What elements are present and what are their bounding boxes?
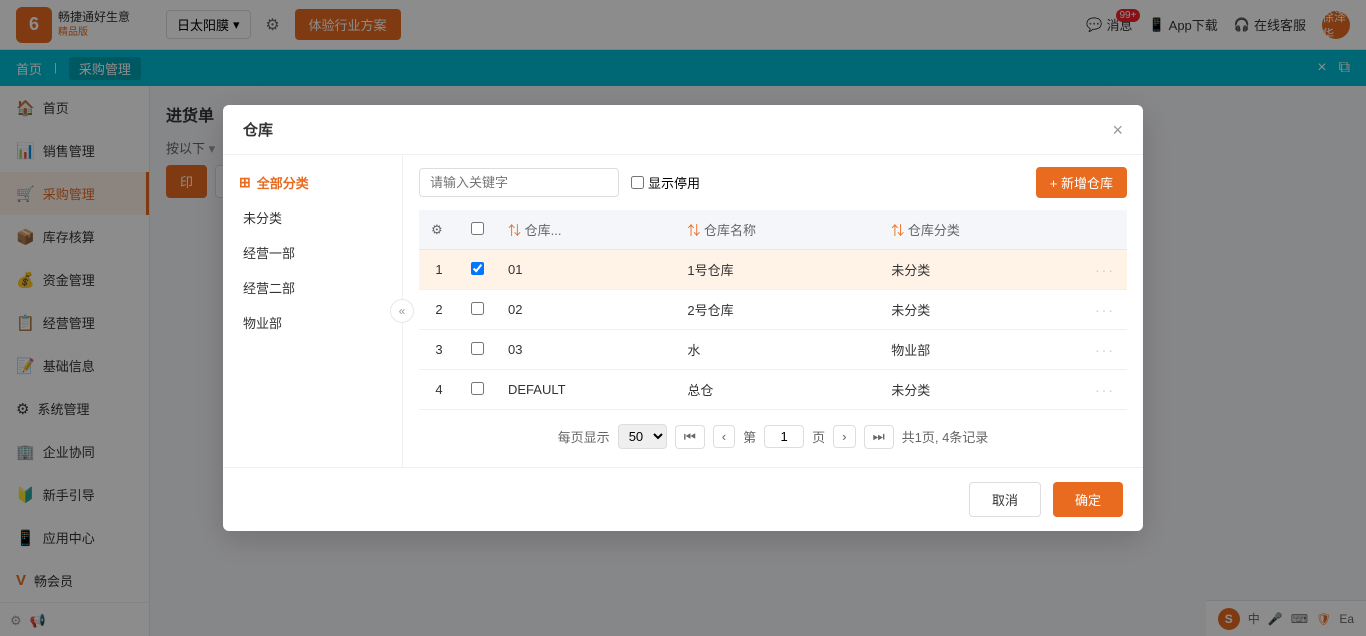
pagination: 每页显示 50 ⏮ ‹ 第 页 › ⏭ 共1页, 4条记录: [419, 410, 1127, 455]
row-num: 1: [419, 250, 459, 290]
category-item-0[interactable]: 未分类: [223, 200, 402, 235]
modal-body: ⊞ 全部分类 未分类 经营一部 经营二部 物业部 « 🔍: [223, 155, 1143, 467]
row-code: 01: [496, 250, 675, 290]
sort-icon2: ⇅: [687, 223, 700, 238]
row-category: 未分类: [879, 370, 1083, 410]
cancel-button[interactable]: 取消: [969, 482, 1041, 517]
row-code: DEFAULT: [496, 370, 675, 410]
row-num: 2: [419, 290, 459, 330]
last-page-button[interactable]: ⏭: [864, 425, 894, 449]
col-name-header: ⇅ 仓库名称: [675, 210, 879, 250]
row-checkbox[interactable]: [471, 342, 484, 355]
row-actions[interactable]: ···: [1083, 250, 1127, 290]
category-item-2[interactable]: 经营二部: [223, 270, 402, 305]
category-sidebar: ⊞ 全部分类 未分类 经营一部 经营二部 物业部 «: [223, 155, 403, 467]
col-checkbox-header[interactable]: [459, 210, 496, 250]
page-input[interactable]: [764, 425, 804, 448]
row-checkbox-cell[interactable]: [459, 290, 496, 330]
show-disabled-checkbox-label[interactable]: 显示停用: [631, 173, 700, 192]
col-category-header: ⇅ 仓库分类: [879, 210, 1083, 250]
col-code-header: ⇅ 仓库...: [496, 210, 675, 250]
modal-overlay[interactable]: 仓库 × ⊞ 全部分类 未分类 经营一部 经营二部 物业部 «: [0, 0, 1366, 636]
toolbar-left: 🔍 显示停用: [419, 168, 700, 197]
first-page-button[interactable]: ⏮: [675, 425, 705, 449]
sort-icon3: ⇅: [891, 223, 904, 238]
category-toggle-button[interactable]: «: [390, 299, 414, 323]
search-box: 🔍: [419, 168, 619, 197]
row-name: 水: [675, 330, 879, 370]
table-area: 🔍 显示停用 + 新增仓库 ⚙: [403, 155, 1143, 467]
row-checkbox[interactable]: [471, 382, 484, 395]
row-category: 未分类: [879, 290, 1083, 330]
row-checkbox-cell[interactable]: [459, 250, 496, 290]
row-name: 2号仓库: [675, 290, 879, 330]
table-row[interactable]: 1 01 1号仓库 未分类 ···: [419, 250, 1127, 290]
modal-footer: 取消 确定: [223, 467, 1143, 531]
prev-page-button[interactable]: ‹: [713, 425, 735, 448]
table-body: 1 01 1号仓库 未分类 ··· 2 02 2号仓库 未分类 ··· 3 03…: [419, 250, 1127, 410]
row-code: 02: [496, 290, 675, 330]
select-all-checkbox[interactable]: [471, 222, 484, 235]
table-row[interactable]: 2 02 2号仓库 未分类 ···: [419, 290, 1127, 330]
table-row[interactable]: 4 DEFAULT 总仓 未分类 ···: [419, 370, 1127, 410]
row-category: 物业部: [879, 330, 1083, 370]
per-page-select[interactable]: 50: [618, 424, 667, 449]
per-page-label: 每页显示: [558, 427, 610, 446]
modal-close-button[interactable]: ×: [1112, 121, 1123, 139]
confirm-button[interactable]: 确定: [1053, 482, 1123, 517]
pagination-summary: 共1页, 4条记录: [902, 427, 989, 446]
row-num: 4: [419, 370, 459, 410]
category-grid-icon: ⊞: [239, 174, 251, 191]
search-button[interactable]: 🔍: [616, 169, 619, 196]
table-header-row: ⚙ ⇅ 仓库... ⇅ 仓库名称: [419, 210, 1127, 250]
table-row[interactable]: 3 03 水 物业部 ···: [419, 330, 1127, 370]
more-actions-icon[interactable]: ···: [1095, 262, 1115, 278]
row-checkbox-cell[interactable]: [459, 330, 496, 370]
page-unit-label: 页: [812, 427, 825, 446]
row-checkbox[interactable]: [471, 302, 484, 315]
row-code: 03: [496, 330, 675, 370]
search-input[interactable]: [420, 170, 616, 195]
row-name: 总仓: [675, 370, 879, 410]
warehouse-modal: 仓库 × ⊞ 全部分类 未分类 经营一部 经营二部 物业部 «: [223, 105, 1143, 531]
category-item-3[interactable]: 物业部: [223, 305, 402, 340]
col-settings-header[interactable]: ⚙: [419, 210, 459, 250]
row-checkbox[interactable]: [471, 262, 484, 275]
warehouse-table: ⚙ ⇅ 仓库... ⇅ 仓库名称: [419, 210, 1127, 410]
sort-icon: ⇅: [508, 223, 521, 238]
row-category: 未分类: [879, 250, 1083, 290]
modal-header: 仓库 ×: [223, 105, 1143, 155]
row-name: 1号仓库: [675, 250, 879, 290]
row-actions[interactable]: ···: [1083, 290, 1127, 330]
category-item-1[interactable]: 经营一部: [223, 235, 402, 270]
modal-title: 仓库: [243, 119, 273, 140]
table-toolbar: 🔍 显示停用 + 新增仓库: [419, 167, 1127, 198]
row-actions[interactable]: ···: [1083, 330, 1127, 370]
show-disabled-checkbox[interactable]: [631, 176, 644, 189]
more-actions-icon[interactable]: ···: [1095, 342, 1115, 358]
row-actions[interactable]: ···: [1083, 370, 1127, 410]
more-actions-icon[interactable]: ···: [1095, 302, 1115, 318]
page-label: 第: [743, 427, 756, 446]
category-all-item[interactable]: ⊞ 全部分类: [223, 165, 402, 200]
col-actions-header: [1083, 210, 1127, 250]
row-num: 3: [419, 330, 459, 370]
add-warehouse-button[interactable]: + 新增仓库: [1036, 167, 1127, 198]
settings-col-icon: ⚙: [431, 222, 443, 237]
next-page-button[interactable]: ›: [833, 425, 855, 448]
more-actions-icon[interactable]: ···: [1095, 382, 1115, 398]
row-checkbox-cell[interactable]: [459, 370, 496, 410]
